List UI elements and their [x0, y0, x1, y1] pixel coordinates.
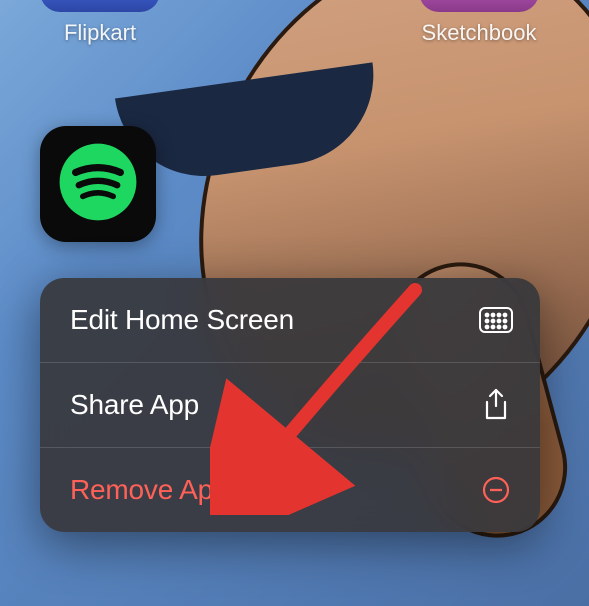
remove-circle-icon: [478, 472, 514, 508]
app-icon-spotify[interactable]: [40, 126, 156, 242]
app-icon-flipkart[interactable]: Flipkart: [40, 0, 160, 46]
app-icon-sketchbook[interactable]: Sketchbook: [419, 0, 539, 46]
app-label: Sketchbook: [419, 20, 539, 46]
spotify-icon: [58, 142, 138, 227]
home-icons-row: Flipkart Sketchbook: [0, 0, 589, 46]
menu-item-label: Edit Home Screen: [70, 304, 294, 336]
menu-item-edit-home-screen[interactable]: Edit Home Screen: [40, 278, 540, 363]
grid-icon: [478, 302, 514, 338]
menu-item-remove-app[interactable]: Remove App: [40, 448, 540, 532]
app-label: Flipkart: [40, 20, 160, 46]
share-icon: [478, 387, 514, 423]
app-tile: [40, 0, 160, 12]
menu-item-label: Remove App: [70, 474, 228, 506]
context-menu: Edit Home Screen Share App Remove App: [40, 278, 540, 532]
app-tile: [419, 0, 539, 12]
menu-item-share-app[interactable]: Share App: [40, 363, 540, 448]
menu-item-label: Share App: [70, 389, 199, 421]
